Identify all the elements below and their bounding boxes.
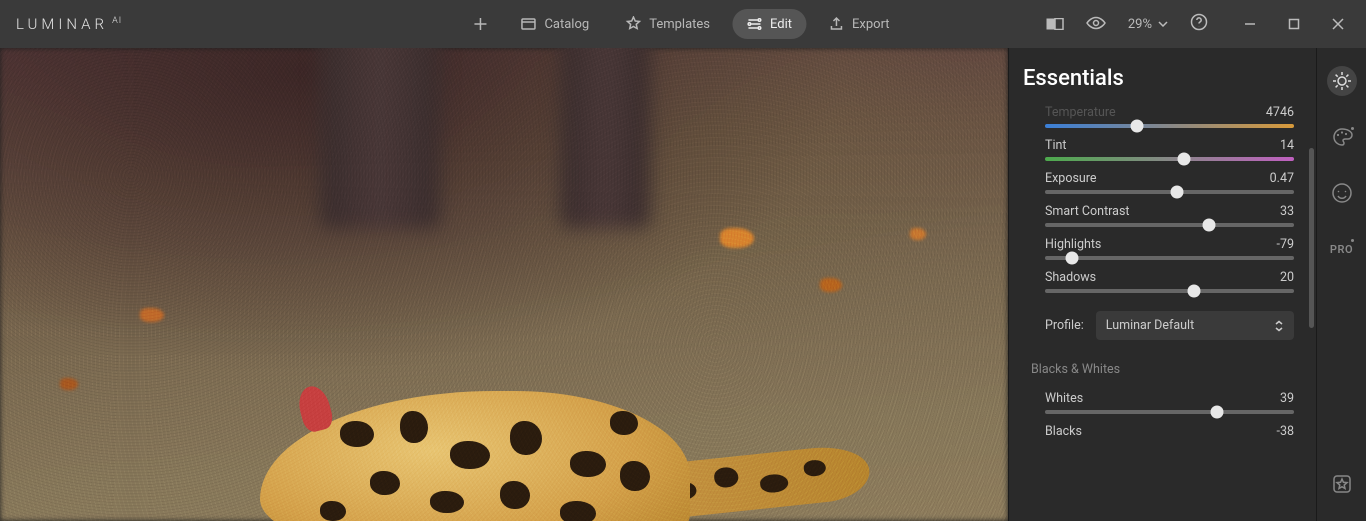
nav-export-label: Export xyxy=(852,17,890,32)
slider-tint: Tint 14 xyxy=(1045,138,1294,161)
window-controls xyxy=(1238,12,1350,36)
top-nav: Catalog Templates Edit Export xyxy=(462,9,903,39)
nav-catalog[interactable]: Catalog xyxy=(506,9,603,39)
top-right-controls: 29% xyxy=(1046,12,1350,36)
slider-thumb[interactable] xyxy=(1131,120,1144,133)
tool-creative[interactable] xyxy=(1327,122,1357,152)
tool-portrait[interactable] xyxy=(1327,178,1357,208)
slider-thumb[interactable] xyxy=(1203,219,1216,232)
chevron-down-icon xyxy=(1158,21,1168,27)
edit-icon xyxy=(746,16,762,32)
slider-whites: Whites 39 xyxy=(1045,391,1294,414)
slider-group: Temperature 4746 Tint 14 Exposure xyxy=(1023,105,1294,293)
slider-thumb[interactable] xyxy=(1188,285,1201,298)
slider-value: 33 xyxy=(1280,204,1294,219)
profile-label: Profile: xyxy=(1045,318,1084,333)
slider-group-bw: Whites 39 Blacks -38 xyxy=(1023,391,1294,439)
nav-edit[interactable]: Edit xyxy=(732,9,806,39)
minimize-button[interactable] xyxy=(1238,12,1262,36)
close-button[interactable] xyxy=(1326,12,1350,36)
slider-label: Exposure xyxy=(1045,171,1097,186)
slider-value: 14 xyxy=(1280,138,1294,153)
tool-strip: PRO xyxy=(1316,48,1366,521)
edited-photo xyxy=(0,48,1008,521)
slider-label: Blacks xyxy=(1045,424,1082,439)
help-icon[interactable] xyxy=(1190,13,1208,35)
slider-label: Smart Contrast xyxy=(1045,204,1130,219)
slider-label: Temperature xyxy=(1045,105,1116,120)
slider-track[interactable] xyxy=(1045,223,1294,227)
section-blacks-whites: Blacks & Whites xyxy=(1031,362,1294,377)
slider-smart-contrast: Smart Contrast 33 xyxy=(1045,204,1294,227)
slider-value: -79 xyxy=(1276,237,1294,252)
slider-track[interactable] xyxy=(1045,410,1294,414)
image-canvas[interactable] xyxy=(0,48,1008,521)
slider-value: -38 xyxy=(1276,424,1294,439)
slider-thumb[interactable] xyxy=(1210,406,1223,419)
slider-track[interactable] xyxy=(1045,190,1294,194)
tool-local-mask[interactable] xyxy=(1327,469,1357,499)
panel-title: Essentials xyxy=(1023,66,1294,91)
updown-icon xyxy=(1274,320,1284,332)
top-bar: LUMINAR AI Catalog Templates Edit xyxy=(0,0,1366,48)
logo-suffix: AI xyxy=(112,16,122,26)
tool-essentials[interactable] xyxy=(1327,66,1357,96)
slider-value: 0.47 xyxy=(1270,171,1294,186)
slider-label: Shadows xyxy=(1045,270,1096,285)
logo-text: LUMINAR xyxy=(16,15,108,33)
nav-catalog-label: Catalog xyxy=(544,17,589,32)
edit-panel: Essentials Temperature 4746 Tint 14 xyxy=(1008,48,1316,521)
slider-track[interactable] xyxy=(1045,124,1294,128)
zoom-control[interactable]: 29% xyxy=(1128,17,1168,32)
slider-label: Highlights xyxy=(1045,237,1101,252)
plus-icon xyxy=(472,16,488,32)
add-button[interactable] xyxy=(462,9,498,39)
slider-blacks: Blacks -38 xyxy=(1045,424,1294,439)
app-logo: LUMINAR AI xyxy=(16,15,122,33)
slider-thumb[interactable] xyxy=(1170,186,1183,199)
profile-select[interactable]: Luminar Default xyxy=(1096,311,1294,340)
slider-value: 4746 xyxy=(1266,105,1294,120)
profile-selected: Luminar Default xyxy=(1106,318,1194,333)
export-icon xyxy=(828,16,844,32)
panel-scrollbar[interactable] xyxy=(1309,148,1314,328)
nav-templates[interactable]: Templates xyxy=(611,9,724,39)
catalog-icon xyxy=(520,16,536,32)
templates-icon xyxy=(625,16,641,32)
nav-edit-label: Edit xyxy=(770,17,792,32)
tool-pro[interactable]: PRO xyxy=(1327,234,1357,264)
zoom-value: 29% xyxy=(1128,17,1152,32)
slider-thumb[interactable] xyxy=(1178,153,1191,166)
nav-templates-label: Templates xyxy=(649,17,710,32)
compare-icon[interactable] xyxy=(1046,15,1064,34)
slider-track[interactable] xyxy=(1045,157,1294,161)
slider-shadows: Shadows 20 xyxy=(1045,270,1294,293)
slider-highlights: Highlights -79 xyxy=(1045,237,1294,260)
profile-row: Profile: Luminar Default xyxy=(1045,311,1294,340)
slider-label: Whites xyxy=(1045,391,1083,406)
nav-export[interactable]: Export xyxy=(814,9,904,39)
maximize-button[interactable] xyxy=(1282,12,1306,36)
slider-track[interactable] xyxy=(1045,256,1294,260)
slider-value: 39 xyxy=(1280,391,1294,406)
slider-temperature: Temperature 4746 xyxy=(1045,105,1294,128)
slider-track[interactable] xyxy=(1045,289,1294,293)
slider-exposure: Exposure 0.47 xyxy=(1045,171,1294,194)
slider-label: Tint xyxy=(1045,138,1067,153)
eye-icon[interactable] xyxy=(1086,15,1106,34)
slider-value: 20 xyxy=(1280,270,1294,285)
slider-thumb[interactable] xyxy=(1066,252,1079,265)
main-content: Essentials Temperature 4746 Tint 14 xyxy=(0,48,1366,521)
